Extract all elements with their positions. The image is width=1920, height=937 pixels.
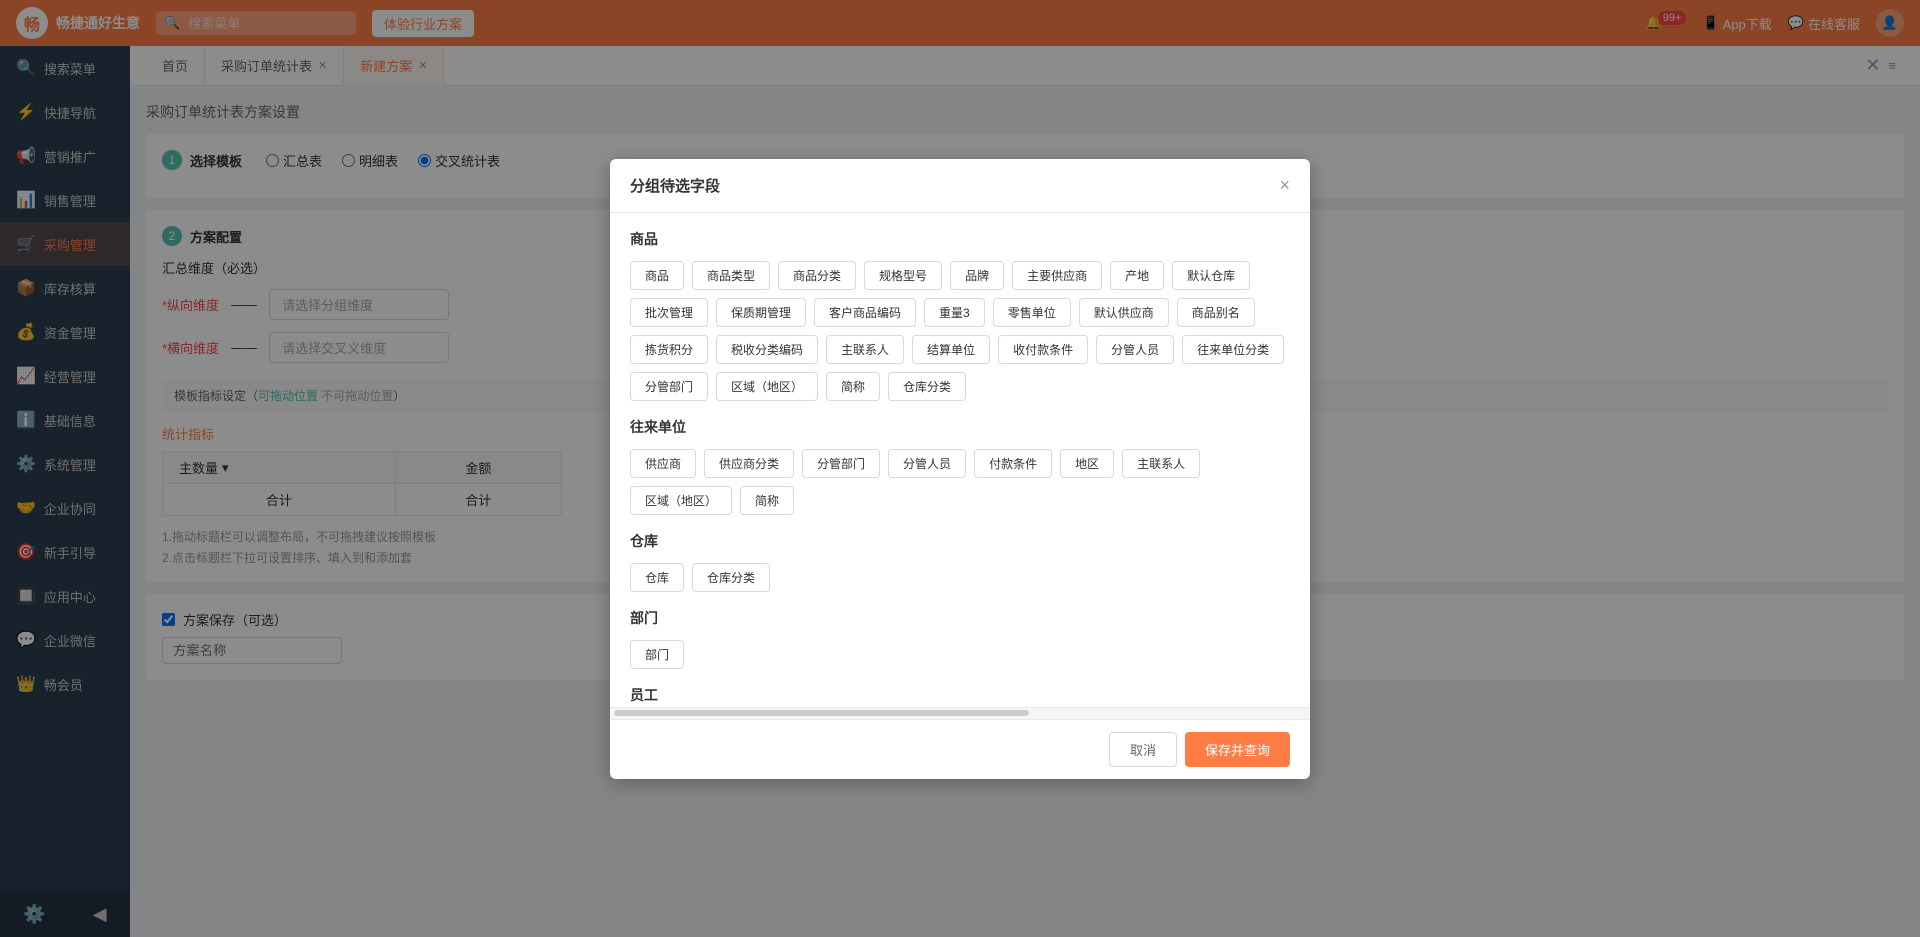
field-tag-分管部门[interactable]: 分管部门 xyxy=(630,372,708,401)
field-tag-仓库[interactable]: 仓库 xyxy=(630,563,684,592)
section-title-往来单位: 往来单位 xyxy=(630,417,1290,437)
field-tag-部门[interactable]: 部门 xyxy=(630,640,684,669)
modal-horizontal-scrollbar[interactable] xyxy=(610,707,1310,719)
field-tag-仓库分类[interactable]: 仓库分类 xyxy=(888,372,966,401)
field-tag-重量3[interactable]: 重量3 xyxy=(924,298,985,327)
field-tag-产地[interactable]: 产地 xyxy=(1110,261,1164,290)
modal-header: 分组待选字段 × xyxy=(610,159,1310,213)
field-tag-品牌[interactable]: 品牌 xyxy=(950,261,1004,290)
section-title-部门: 部门 xyxy=(630,608,1290,628)
field-tag-分管部门[interactable]: 分管部门 xyxy=(802,449,880,478)
field-tags-商品: 商品商品类型商品分类规格型号品牌主要供应商产地默认仓库批次管理保质期管理客户商品… xyxy=(630,261,1290,401)
field-tag-往来单位分类[interactable]: 往来单位分类 xyxy=(1182,335,1284,364)
field-tag-简称[interactable]: 简称 xyxy=(826,372,880,401)
modal-title: 分组待选字段 xyxy=(630,175,720,196)
field-tag-主联系人[interactable]: 主联系人 xyxy=(826,335,904,364)
field-tag-付款条件[interactable]: 付款条件 xyxy=(974,449,1052,478)
hscroll-thumb[interactable] xyxy=(614,710,1029,716)
field-tag-仓库分类[interactable]: 仓库分类 xyxy=(692,563,770,592)
field-tag-税收分类编码[interactable]: 税收分类编码 xyxy=(716,335,818,364)
field-tag-商品别名[interactable]: 商品别名 xyxy=(1177,298,1255,327)
field-tags-部门: 部门 xyxy=(630,640,1290,669)
modal-footer: 取消 保存并查询 xyxy=(610,719,1310,779)
field-tag-供应商[interactable]: 供应商 xyxy=(630,449,696,478)
field-tag-区域（地区）[interactable]: 区域（地区） xyxy=(716,372,818,401)
field-tag-默认供应商[interactable]: 默认供应商 xyxy=(1079,298,1169,327)
field-tag-客户商品编码[interactable]: 客户商品编码 xyxy=(814,298,916,327)
field-tag-商品[interactable]: 商品 xyxy=(630,261,684,290)
field-tag-默认仓库[interactable]: 默认仓库 xyxy=(1172,261,1250,290)
field-tag-保质期管理[interactable]: 保质期管理 xyxy=(716,298,806,327)
section-title-仓库: 仓库 xyxy=(630,531,1290,551)
field-tag-地区[interactable]: 地区 xyxy=(1060,449,1114,478)
field-tag-供应商分类[interactable]: 供应商分类 xyxy=(704,449,794,478)
cancel-btn[interactable]: 取消 xyxy=(1109,732,1177,767)
field-tag-分管人员[interactable]: 分管人员 xyxy=(1096,335,1174,364)
field-tag-拣货积分[interactable]: 拣货积分 xyxy=(630,335,708,364)
confirm-btn[interactable]: 保存并查询 xyxy=(1185,732,1290,767)
modal-body: 商品商品商品类型商品分类规格型号品牌主要供应商产地默认仓库批次管理保质期管理客户… xyxy=(610,213,1310,707)
field-selection-modal: 分组待选字段 × 商品商品商品类型商品分类规格型号品牌主要供应商产地默认仓库批次… xyxy=(610,159,1310,779)
field-tag-主要供应商[interactable]: 主要供应商 xyxy=(1012,261,1102,290)
section-title-商品: 商品 xyxy=(630,229,1290,249)
modal-close-btn[interactable]: × xyxy=(1279,175,1290,196)
field-tag-零售单位[interactable]: 零售单位 xyxy=(993,298,1071,327)
field-tag-分管人员[interactable]: 分管人员 xyxy=(888,449,966,478)
field-tag-商品类型[interactable]: 商品类型 xyxy=(692,261,770,290)
field-tag-收付款条件[interactable]: 收付款条件 xyxy=(998,335,1088,364)
field-tag-商品分类[interactable]: 商品分类 xyxy=(778,261,856,290)
modal-overlay: 分组待选字段 × 商品商品商品类型商品分类规格型号品牌主要供应商产地默认仓库批次… xyxy=(0,0,1920,937)
field-tag-区域（地区）[interactable]: 区域（地区） xyxy=(630,486,732,515)
field-tag-主联系人[interactable]: 主联系人 xyxy=(1122,449,1200,478)
field-tag-批次管理[interactable]: 批次管理 xyxy=(630,298,708,327)
field-tag-简称[interactable]: 简称 xyxy=(740,486,794,515)
field-tag-规格型号[interactable]: 规格型号 xyxy=(864,261,942,290)
field-tags-往来单位: 供应商供应商分类分管部门分管人员付款条件地区主联系人区域（地区） 简称 xyxy=(630,449,1290,515)
field-tags-仓库: 仓库仓库分类 xyxy=(630,563,1290,592)
section-title-员工: 员工 xyxy=(630,685,1290,705)
field-tag-结算单位[interactable]: 结算单位 xyxy=(912,335,990,364)
